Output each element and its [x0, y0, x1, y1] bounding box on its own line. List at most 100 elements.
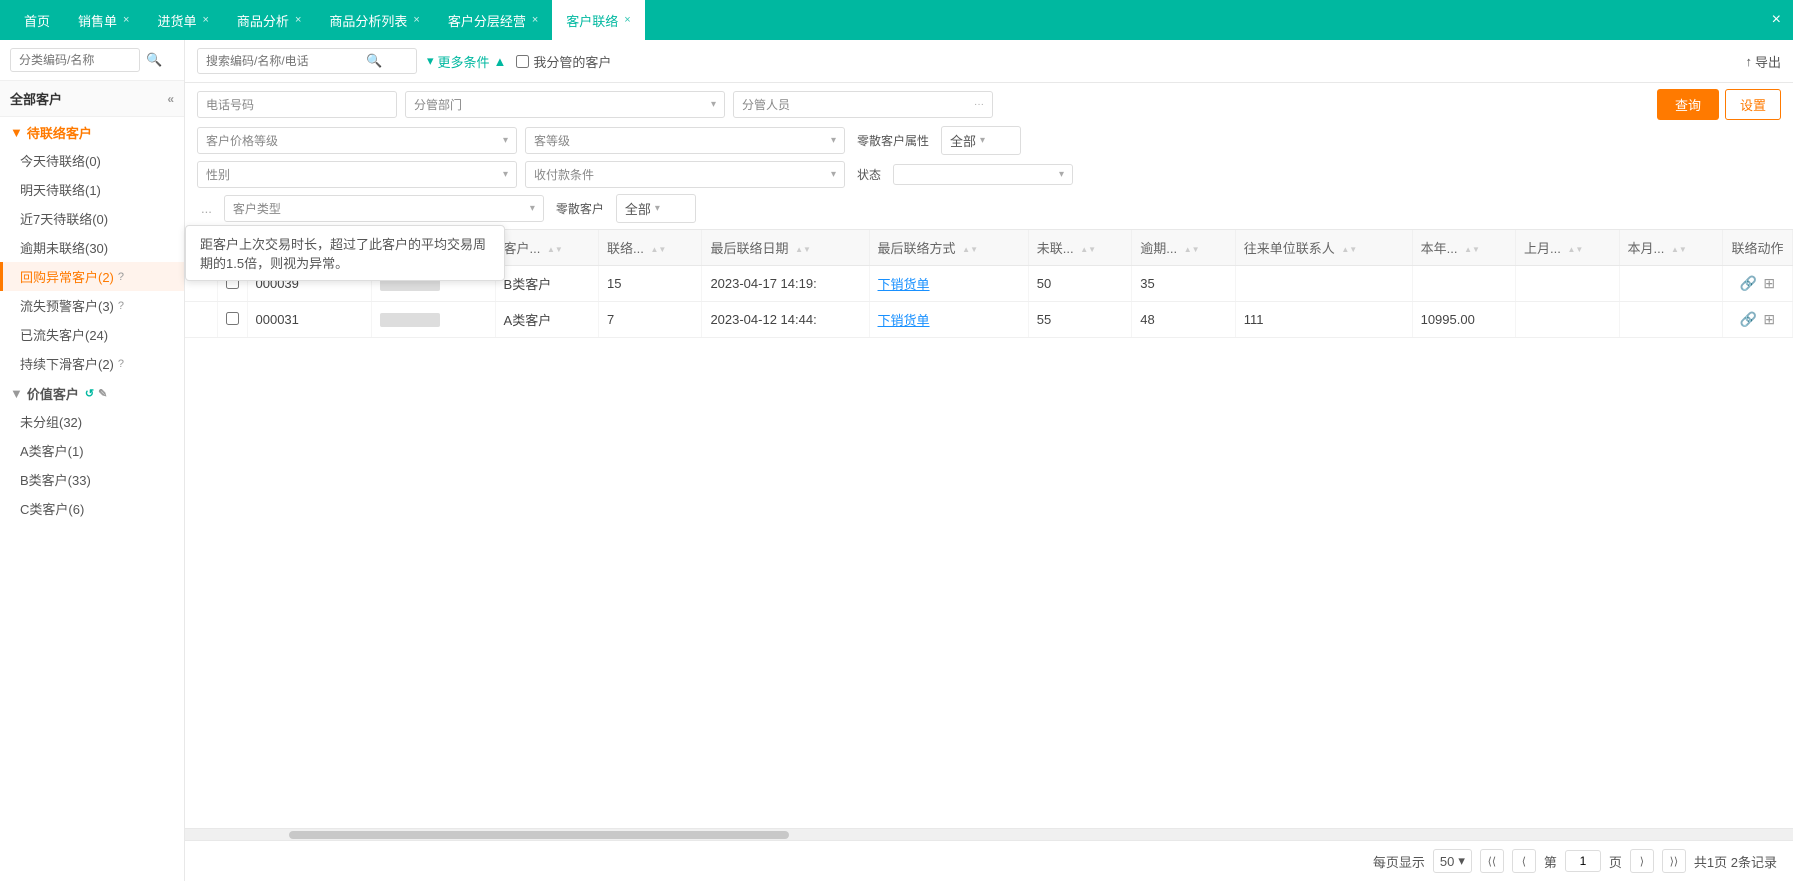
row-contact-count: 15 [598, 266, 701, 302]
row-last-method-link[interactable]: 下销货单 [878, 277, 930, 292]
row-this-month [1619, 302, 1723, 338]
filter-row-3: 性别 ▾ 收付款条件 ▾ 状态 ▾ [197, 161, 1781, 188]
person-field[interactable]: 分管人员 ··· [733, 91, 993, 118]
col-header-contact-count: 联络... ▲▼ [598, 230, 701, 266]
overdue-sort-icon[interactable]: ▲▼ [1184, 246, 1200, 254]
nav-close-product-analysis-list[interactable]: × [413, 14, 419, 26]
retail-attr-select[interactable]: 全部 ▾ [941, 126, 1021, 155]
row-checkbox-cell[interactable] [217, 302, 247, 338]
sidebar-item-today-pending[interactable]: 今天待联络(0) [0, 146, 184, 175]
my-customer-checkbox-label[interactable]: 我分管的客户 [516, 52, 611, 71]
sidebar-item-lost[interactable]: 已流失客户(24) [0, 320, 184, 349]
contact-sort-icon[interactable]: ▲▼ [650, 246, 666, 254]
sidebar-item-7days-pending[interactable]: 近7天待联络(0) [0, 204, 184, 233]
sidebar-item-declining[interactable]: 持续下滑客户(2) ? [0, 349, 184, 378]
status-label: 状态 [853, 166, 885, 183]
nav-item-sales[interactable]: 销售单 × [64, 0, 143, 40]
nav-item-purchase[interactable]: 进货单 × [143, 0, 222, 40]
nav-item-home[interactable]: 首页 [10, 0, 64, 40]
retail-attr-label: 零散客户属性 [853, 132, 933, 149]
next-page-btn[interactable]: ⟩ [1630, 849, 1654, 873]
sidebar-item-a-class[interactable]: A类客户(1) [0, 436, 184, 465]
row-last-method: 下销货单 [869, 302, 1028, 338]
nav-close-sales[interactable]: × [123, 14, 129, 26]
nav-close-customer-contact[interactable]: × [624, 14, 630, 26]
phone-field[interactable]: 电话号码 [197, 91, 397, 118]
last-method-sort-icon[interactable]: ▲▼ [962, 246, 978, 254]
first-page-btn[interactable]: ⟨⟨ [1480, 849, 1504, 873]
last-month-sort-icon[interactable]: ▲▼ [1568, 246, 1584, 254]
scroll-thumb[interactable] [289, 831, 789, 839]
payment-field[interactable]: 收付款条件 ▾ [525, 161, 845, 188]
last-date-sort-icon[interactable]: ▲▼ [795, 246, 811, 254]
customer-type-field[interactable]: 客户类型 ▾ [224, 195, 544, 222]
query-button[interactable]: 查询 [1657, 89, 1719, 120]
nav-item-customer-tier[interactable]: 客户分层经营 × [434, 0, 552, 40]
payment-arrow: ▾ [831, 169, 836, 180]
dept-field[interactable]: 分管部门 ▾ [405, 91, 725, 118]
setting-button[interactable]: 设置 [1725, 89, 1781, 120]
row-checkbox-1[interactable] [226, 312, 239, 325]
page-size-select[interactable]: 50 ▾ [1433, 849, 1472, 873]
customer-level-field[interactable]: 客等级 ▾ [525, 127, 845, 154]
nav-item-product-analysis[interactable]: 商品分析 × [223, 0, 315, 40]
sidebar-item-tomorrow-pending[interactable]: 明天待联络(1) [0, 175, 184, 204]
nav-close-product-analysis[interactable]: × [295, 14, 301, 26]
no-contact-sort-icon[interactable]: ▲▼ [1080, 246, 1096, 254]
nav-item-customer-contact[interactable]: 客户联络 × [552, 0, 644, 40]
horizontal-scrollbar[interactable] [185, 828, 1793, 840]
row-unit-contact: 111 [1235, 302, 1412, 338]
sidebar-search-input[interactable] [10, 48, 140, 72]
more-conditions-btn[interactable]: ▾ 更多条件 ▲ [427, 52, 506, 71]
row-action-grid-icon[interactable]: ⊞ [1763, 275, 1775, 292]
col-header-last-month: 上月... ▲▼ [1516, 230, 1619, 266]
sidebar-item-overdue-pending[interactable]: 逾期未联络(30) [0, 233, 184, 262]
last-page-btn[interactable]: ⟩⟩ [1662, 849, 1686, 873]
status-field[interactable]: ▾ [893, 164, 1073, 185]
price-level-field[interactable]: 客户价格等级 ▾ [197, 127, 517, 154]
page-input[interactable] [1565, 850, 1601, 872]
repurchase-help-icon[interactable]: ? [118, 271, 124, 283]
gender-field[interactable]: 性别 ▾ [197, 161, 517, 188]
row-no-contact: 55 [1028, 302, 1131, 338]
nav-item-product-analysis-list[interactable]: 商品分析列表 × [315, 0, 433, 40]
row-action-link-icon[interactable]: 🔗 [1740, 275, 1757, 292]
retail-customer-select[interactable]: 全部 ▾ [616, 194, 696, 223]
sidebar-search-icon[interactable]: 🔍 [146, 52, 162, 68]
this-year-sort-icon[interactable]: ▲▼ [1464, 246, 1480, 254]
sidebar-item-ungroup[interactable]: 未分组(32) [0, 407, 184, 436]
nav-close-purchase[interactable]: × [202, 14, 208, 26]
sidebar-item-repurchase-abnormal[interactable]: 回购异常客户(2) ? [0, 262, 184, 291]
my-customer-checkbox[interactable] [516, 55, 529, 68]
sidebar-item-c-class[interactable]: C类客户(6) [0, 494, 184, 523]
row-name [371, 302, 495, 338]
prev-page-btn[interactable]: ⟨ [1512, 849, 1536, 873]
main-search-icon[interactable]: 🔍 [366, 53, 382, 69]
sidebar: 🔍 全部客户 « ▼ 待联络客户 今天待联络(0) 明天待联络(1) 近7天待联… [0, 40, 185, 881]
value-group-edit-icon[interactable]: ✎ [98, 387, 107, 400]
sidebar-all-customers[interactable]: 全部客户 « [0, 81, 184, 117]
row-actions: 🔗 ⊞ [1723, 302, 1793, 338]
main-search-input[interactable] [206, 54, 366, 68]
sidebar-item-b-class[interactable]: B类客户(33) [0, 465, 184, 494]
value-group-refresh-icon[interactable]: ↺ [85, 387, 94, 400]
type-sort-icon[interactable]: ▲▼ [547, 246, 563, 254]
row-last-method-link[interactable]: 下销货单 [878, 313, 930, 328]
lost-pre-help-icon[interactable]: ? [118, 300, 124, 312]
unit-contact-sort-icon[interactable]: ▲▼ [1341, 246, 1357, 254]
customer-level-arrow: ▾ [831, 135, 836, 146]
export-button[interactable]: ↑ 导出 [1745, 52, 1781, 71]
nav-close-customer-tier[interactable]: × [532, 14, 538, 26]
row-last-date: 2023-04-12 14:44: [702, 302, 869, 338]
row-action-link-icon[interactable]: 🔗 [1740, 311, 1757, 328]
filter-dots[interactable]: ... [197, 201, 216, 216]
declining-help-icon[interactable]: ? [118, 358, 124, 370]
col-header-overdue: 逾期... ▲▼ [1132, 230, 1235, 266]
row-action-grid-icon[interactable]: ⊞ [1763, 311, 1775, 328]
sidebar-item-lost-pre[interactable]: 流失预警客户(3) ? [0, 291, 184, 320]
col-header-unit-contact: 往来单位联系人 ▲▼ [1235, 230, 1412, 266]
main-layout: 🔍 全部客户 « ▼ 待联络客户 今天待联络(0) 明天待联络(1) 近7天待联… [0, 40, 1793, 881]
this-month-sort-icon[interactable]: ▲▼ [1671, 246, 1687, 254]
status-arrow: ▾ [1059, 169, 1064, 180]
window-close-button[interactable]: × [1772, 11, 1781, 29]
